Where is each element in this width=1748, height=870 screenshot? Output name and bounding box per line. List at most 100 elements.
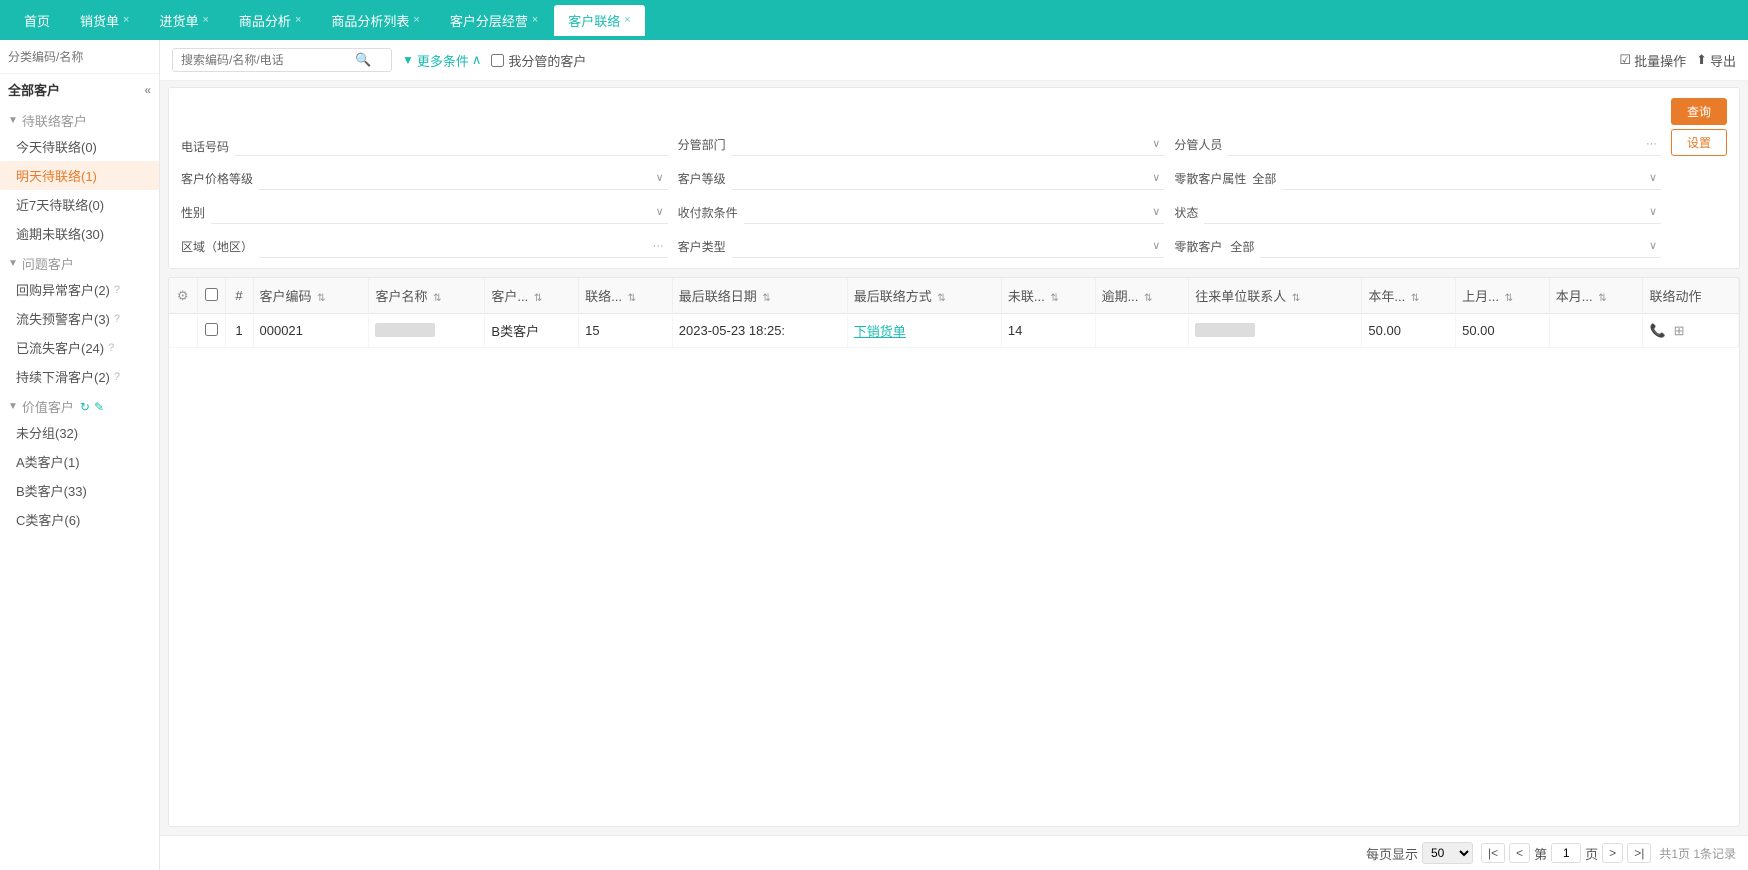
sort-no-contact-icon[interactable]: ⇅ bbox=[1050, 293, 1058, 304]
query-button[interactable]: 查询 bbox=[1671, 98, 1727, 125]
sidebar-item-declining[interactable]: 持续下滑客户(2) ? bbox=[0, 362, 159, 391]
sidebar-item-churned[interactable]: 已流失客户(24) ? bbox=[0, 333, 159, 362]
filter-retail-attr-label: 零散客户属性 bbox=[1174, 170, 1246, 187]
settings-button[interactable]: 设置 bbox=[1671, 129, 1727, 156]
search-input[interactable] bbox=[181, 53, 351, 67]
pagination-bar: 每页显示 50 20 100 |< < 第 页 > >| 共1页 1条记录 bbox=[160, 835, 1748, 870]
page-prev-btn[interactable]: < bbox=[1509, 843, 1530, 863]
col-year-amount: 本年... ⇅ bbox=[1362, 278, 1456, 314]
my-customers-checkbox[interactable] bbox=[491, 54, 504, 67]
nav-product-analysis-list[interactable]: 商品分析列表 × bbox=[317, 5, 433, 36]
sidebar-item-today[interactable]: 今天待联络(0) bbox=[0, 132, 159, 161]
checkbox-icon: ☑ bbox=[1619, 52, 1631, 68]
sort-year-amount-icon[interactable]: ⇅ bbox=[1411, 293, 1419, 304]
page-next-btn[interactable]: > bbox=[1602, 843, 1623, 863]
filter-status-select[interactable]: ∨ bbox=[1204, 200, 1661, 224]
row-this-month bbox=[1549, 314, 1643, 348]
filter-action-buttons: 查询 设置 bbox=[1671, 98, 1727, 156]
filter-price-level-label: 客户价格等级 bbox=[181, 170, 253, 187]
sort-date-icon[interactable]: ⇅ bbox=[762, 293, 770, 304]
nav-sales[interactable]: 销货单 × bbox=[66, 5, 143, 36]
sort-contacts-icon[interactable]: ⇅ bbox=[628, 293, 636, 304]
row-action-grid-icon[interactable]: ⊞ bbox=[1674, 323, 1685, 339]
filter-retail-attr-select[interactable]: ∨ bbox=[1282, 166, 1661, 190]
col-last-month: 上月... ⇅ bbox=[1456, 278, 1550, 314]
value-group-edit-icon[interactable]: ✎ bbox=[94, 400, 104, 414]
sort-code-icon[interactable]: ⇅ bbox=[317, 293, 325, 304]
sidebar-all-customers[interactable]: 全部客户 « bbox=[0, 74, 159, 105]
nav-customer-tier[interactable]: 客户分层经营 × bbox=[436, 5, 552, 36]
customer-level-chevron-icon: ∨ bbox=[1152, 171, 1160, 184]
filter-customer-type-select[interactable]: ∨ bbox=[732, 234, 1165, 258]
row-action-call-icon[interactable]: 📞 bbox=[1649, 323, 1665, 339]
per-page-dropdown[interactable]: 50 20 100 bbox=[1422, 842, 1473, 864]
nav-product-analysis[interactable]: 商品分析 × bbox=[225, 5, 315, 36]
nav-customer-contact[interactable]: 客户联络 × bbox=[554, 5, 644, 36]
page-last-btn[interactable]: >| bbox=[1627, 843, 1651, 863]
sort-contact-person-icon[interactable]: ⇅ bbox=[1292, 293, 1300, 304]
filter-customer-type-label: 客户类型 bbox=[678, 238, 726, 255]
sort-this-month-icon[interactable]: ⇅ bbox=[1598, 293, 1606, 304]
sort-name-icon[interactable]: ⇅ bbox=[433, 293, 441, 304]
more-conditions-btn[interactable]: ▼ 更多条件 ∧ bbox=[402, 51, 481, 70]
sidebar-item-c-class[interactable]: C类客户(6) bbox=[0, 505, 159, 534]
page-number-input[interactable] bbox=[1551, 843, 1581, 863]
sidebar-search-wrap: 🔍 bbox=[0, 40, 159, 74]
filter-customer-level-select[interactable]: ∨ bbox=[732, 166, 1165, 190]
sort-type-icon[interactable]: ⇅ bbox=[534, 293, 542, 304]
dept-chevron-icon: ∨ bbox=[1152, 137, 1160, 150]
value-group-refresh-icon[interactable]: ↻ bbox=[80, 400, 90, 414]
export-button[interactable]: ⬆ 导出 bbox=[1696, 51, 1736, 70]
sidebar-item-tomorrow[interactable]: 明天待联络(1) bbox=[0, 161, 159, 190]
row-year-amount: 50.00 bbox=[1362, 314, 1456, 348]
filter-price-level-select[interactable]: ∨ bbox=[259, 166, 668, 190]
filter-retail-customer-select[interactable]: ∨ bbox=[1260, 234, 1661, 258]
sort-overdue-icon[interactable]: ⇅ bbox=[1144, 293, 1152, 304]
sort-last-month-icon[interactable]: ⇅ bbox=[1505, 293, 1513, 304]
sidebar-item-ungrouped[interactable]: 未分组(32) bbox=[0, 418, 159, 447]
gender-chevron-icon: ∨ bbox=[656, 205, 664, 218]
sidebar-item-overdue[interactable]: 逾期未联络(30) bbox=[0, 219, 159, 248]
row-checkbox[interactable] bbox=[205, 323, 218, 336]
help-icon-2: ? bbox=[108, 342, 114, 354]
retail-attr-chevron-icon: ∨ bbox=[1649, 171, 1657, 184]
sidebar-problem-group: ▼ 问题客户 bbox=[0, 248, 159, 275]
filter-dept-select[interactable]: ∨ bbox=[732, 132, 1165, 156]
sidebar-item-week[interactable]: 近7天待联络(0) bbox=[0, 190, 159, 219]
col-last-contact-method: 最后联络方式 ⇅ bbox=[847, 278, 1001, 314]
nav-close-sales[interactable]: × bbox=[123, 14, 129, 26]
filter-gender-select[interactable]: ∨ bbox=[211, 200, 668, 224]
table-settings-icon[interactable]: ⚙ bbox=[177, 288, 189, 303]
nav-close-product-analysis[interactable]: × bbox=[295, 14, 301, 26]
no-col-header: # bbox=[225, 278, 253, 314]
row-overdue bbox=[1095, 314, 1189, 348]
row-contact-person-blurred bbox=[1195, 323, 1255, 337]
chevron-up-icon: ∧ bbox=[472, 52, 482, 68]
sort-method-icon[interactable]: ⇅ bbox=[937, 293, 945, 304]
value-group-arrow: ▼ bbox=[8, 401, 18, 412]
nav-close-customer-tier[interactable]: × bbox=[532, 14, 538, 26]
select-all-checkbox[interactable] bbox=[205, 288, 218, 301]
sidebar-item-a-class[interactable]: A类客户(1) bbox=[0, 447, 159, 476]
sidebar-item-b-class[interactable]: B类客户(33) bbox=[0, 476, 159, 505]
filter-manager-select[interactable]: ··· bbox=[1228, 132, 1661, 156]
sidebar-search-input[interactable] bbox=[8, 50, 160, 64]
search-icon[interactable]: 🔍 bbox=[355, 52, 371, 68]
page-first-btn[interactable]: |< bbox=[1481, 843, 1505, 863]
filter-dept-label: 分管部门 bbox=[678, 136, 726, 153]
nav-close-product-analysis-list[interactable]: × bbox=[413, 14, 419, 26]
sidebar-item-repurchase-abnormal[interactable]: 回购异常客户(2) ? bbox=[0, 275, 159, 304]
col-this-month: 本月... ⇅ bbox=[1549, 278, 1643, 314]
nav-purchase[interactable]: 进货单 × bbox=[145, 5, 222, 36]
filter-customer-level-field: 客户等级 ∨ bbox=[678, 166, 1165, 190]
nav-home[interactable]: 首页 bbox=[10, 5, 64, 36]
filter-payment-select[interactable]: ∨ bbox=[744, 200, 1165, 224]
nav-close-customer-contact[interactable]: × bbox=[624, 14, 630, 26]
row-last-contact-method-link[interactable]: 下销货单 bbox=[854, 324, 906, 339]
filter-phone-input[interactable] bbox=[235, 137, 668, 156]
row-last-contact-method: 下销货单 bbox=[847, 314, 1001, 348]
nav-close-purchase[interactable]: × bbox=[202, 14, 208, 26]
sidebar-item-churn-warning[interactable]: 流失预警客户(3) ? bbox=[0, 304, 159, 333]
batch-op-button[interactable]: ☑ 批量操作 bbox=[1619, 51, 1686, 70]
filter-region-select[interactable]: ··· bbox=[259, 234, 668, 258]
